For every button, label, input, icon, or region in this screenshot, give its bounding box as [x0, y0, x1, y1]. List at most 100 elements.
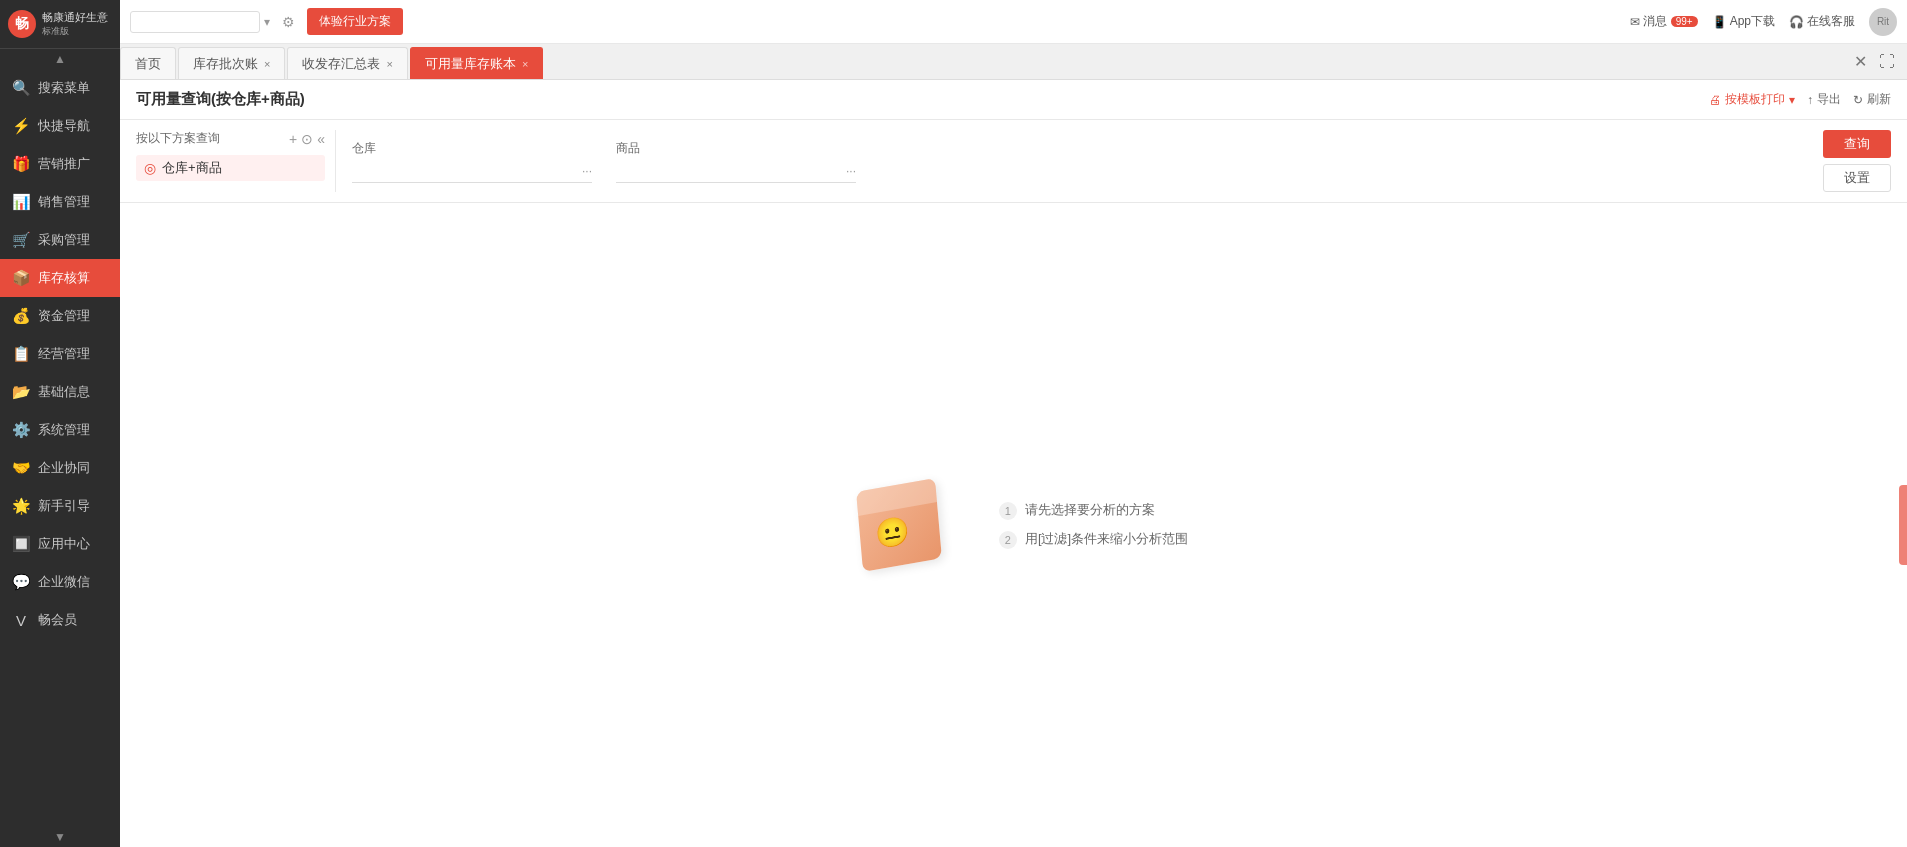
sidebar: 畅 畅康通好生意 标准版 ▲ 🔍 搜索菜单 ⚡ 快捷导航 🎁 营销推广 📊 销售… — [0, 0, 120, 847]
filter-fields: 仓库 ··· 商品 ··· — [336, 130, 1811, 192]
sidebar-item-label: 系统管理 — [38, 421, 90, 439]
tab-window-close[interactable]: ✕ — [1850, 50, 1871, 73]
filter-field-product: 商品 ··· — [616, 140, 856, 183]
query-button[interactable]: 查询 — [1823, 130, 1891, 158]
settings-button[interactable]: 设置 — [1823, 164, 1891, 192]
message-label: 消息 — [1643, 13, 1667, 30]
avatar[interactable]: Rit — [1869, 8, 1897, 36]
sidebar-item-label: 新手引导 — [38, 497, 90, 515]
sidebar-item-finance[interactable]: 💰 资金管理 — [0, 297, 120, 335]
empty-hint-1: 1 请先选择要分析的方案 — [999, 501, 1188, 520]
product-more-icon[interactable]: ··· — [846, 164, 856, 178]
logo-name: 畅康通好生意 — [42, 10, 108, 24]
sidebar-nav: 🔍 搜索菜单 ⚡ 快捷导航 🎁 营销推广 📊 销售管理 🛒 采购管理 📦 库存核… — [0, 69, 120, 827]
sidebar-item-shortcut[interactable]: ⚡ 快捷导航 — [0, 107, 120, 145]
tab-receipt-summary[interactable]: 收发存汇总表 × — [287, 47, 407, 79]
sidebar-item-newguide[interactable]: 🌟 新手引导 — [0, 487, 120, 525]
setting-scheme-btn[interactable]: ⊙ — [301, 131, 313, 147]
app-download-btn[interactable]: 📱 App下载 — [1712, 13, 1775, 30]
newguide-icon: 🌟 — [12, 497, 30, 515]
refresh-btn[interactable]: ↻ 刷新 — [1853, 91, 1891, 108]
tab-home[interactable]: 首页 — [120, 47, 176, 79]
sidebar-item-sales[interactable]: 📊 销售管理 — [0, 183, 120, 221]
gear-icon[interactable]: ⚙ — [278, 12, 299, 32]
sidebar-item-system[interactable]: ⚙️ 系统管理 — [0, 411, 120, 449]
inventory-icon: 📦 — [12, 269, 30, 287]
empty-state: 😐 1 请先选择要分析的方案 2 用[过滤]条件来缩小分析范围 — [120, 203, 1907, 847]
shortcut-icon: ⚡ — [12, 117, 30, 135]
purchase-icon: 🛒 — [12, 231, 30, 249]
message-btn[interactable]: ✉ 消息 99+ — [1630, 13, 1698, 30]
tab-available-stock-label: 可用量库存账本 — [425, 55, 516, 73]
filter-area: 按以下方案查询 + ⊙ « ◎ 仓库+商品 仓库 — [120, 120, 1907, 203]
tab-available-stock-close[interactable]: × — [522, 58, 528, 70]
empty-hint-2: 2 用[过滤]条件来缩小分析范围 — [999, 530, 1188, 549]
tab-home-label: 首页 — [135, 55, 161, 73]
header-actions: 🖨 按模板打印 ▾ ↑ 导出 ↻ 刷新 — [1709, 91, 1891, 108]
online-service-btn[interactable]: 🎧 在线客服 — [1789, 13, 1855, 30]
sidebar-item-appcenter[interactable]: 🔲 应用中心 — [0, 525, 120, 563]
sales-icon: 📊 — [12, 193, 30, 211]
filter-schemes-header: 按以下方案查询 + ⊙ « — [136, 130, 325, 147]
sidebar-item-label: 应用中心 — [38, 535, 90, 553]
sidebar-logo: 畅 畅康通好生意 标准版 — [0, 0, 120, 49]
sidebar-item-label: 采购管理 — [38, 231, 90, 249]
hint-text-1: 请先选择要分析的方案 — [1025, 501, 1155, 519]
sidebar-item-marketing[interactable]: 🎁 营销推广 — [0, 145, 120, 183]
trial-btn[interactable]: 体验行业方案 — [307, 8, 403, 35]
sidebar-item-basic[interactable]: 📂 基础信息 — [0, 373, 120, 411]
message-icon: ✉ — [1630, 15, 1640, 29]
search-input[interactable] — [130, 11, 260, 33]
product-input[interactable] — [616, 164, 842, 179]
sidebar-item-enterprise[interactable]: 🤝 企业协同 — [0, 449, 120, 487]
sidebar-item-purchase[interactable]: 🛒 采购管理 — [0, 221, 120, 259]
filter-schemes: 按以下方案查询 + ⊙ « ◎ 仓库+商品 — [136, 130, 336, 192]
sidebar-scroll-up[interactable]: ▲ — [0, 49, 120, 69]
sidebar-scroll-down[interactable]: ▼ — [0, 827, 120, 847]
warehouse-field-input-wrapper: ··· — [352, 161, 592, 183]
search-icon: 🔍 — [12, 79, 30, 97]
scheme-warehouse-product[interactable]: ◎ 仓库+商品 — [136, 155, 325, 181]
app-download-label: App下载 — [1730, 13, 1775, 30]
sidebar-item-label: 库存核算 — [38, 269, 90, 287]
scheme-icon: ◎ — [144, 160, 156, 176]
empty-illustration: 😐 — [839, 465, 959, 585]
hint-num-2: 2 — [999, 531, 1017, 549]
tab-available-stock[interactable]: 可用量库存账本 × — [410, 47, 543, 79]
sidebar-item-inventory[interactable]: 📦 库存核算 — [0, 259, 120, 297]
chevron-down-icon[interactable]: ▾ — [264, 15, 270, 29]
tab-batch-account-close[interactable]: × — [264, 58, 270, 70]
sidebar-item-label: 经营管理 — [38, 345, 90, 363]
scheme-label: 仓库+商品 — [162, 159, 222, 177]
chevron-print-icon: ▾ — [1789, 93, 1795, 107]
collapse-scheme-btn[interactable]: « — [317, 131, 325, 147]
warehouse-input[interactable] — [352, 164, 578, 179]
tab-window-maximize[interactable]: ⛶ — [1875, 51, 1899, 73]
empty-hints: 1 请先选择要分析的方案 2 用[过滤]条件来缩小分析范围 — [999, 501, 1188, 549]
logo-icon: 畅 — [8, 10, 36, 38]
add-scheme-btn[interactable]: + — [289, 131, 297, 147]
headset-icon: 🎧 — [1789, 15, 1804, 29]
sidebar-item-label: 企业微信 — [38, 573, 90, 591]
export-btn[interactable]: ↑ 导出 — [1807, 91, 1841, 108]
tab-receipt-summary-close[interactable]: × — [386, 58, 392, 70]
online-service-label: 在线客服 — [1807, 13, 1855, 30]
sidebar-item-operation[interactable]: 📋 经营管理 — [0, 335, 120, 373]
topbar-actions: ✉ 消息 99+ 📱 App下载 🎧 在线客服 Rit — [1630, 8, 1897, 36]
sidebar-item-label: 营销推广 — [38, 155, 90, 173]
sidebar-item-member[interactable]: V 畅会员 — [0, 601, 120, 639]
phone-icon: 📱 — [1712, 15, 1727, 29]
refresh-icon: ↻ — [1853, 93, 1863, 107]
content-header: 可用量查询(按仓库+商品) 🖨 按模板打印 ▾ ↑ 导出 ↻ 刷新 — [120, 80, 1907, 120]
marketing-icon: 🎁 — [12, 155, 30, 173]
page-title: 可用量查询(按仓库+商品) — [136, 90, 305, 109]
filter-scheme-label: 按以下方案查询 — [136, 130, 220, 147]
corpwx-icon: 💬 — [12, 573, 30, 591]
finance-icon: 💰 — [12, 307, 30, 325]
print-template-btn[interactable]: 🖨 按模板打印 ▾ — [1709, 91, 1795, 108]
tab-batch-account[interactable]: 库存批次账 × — [178, 47, 285, 79]
topbar-search-area: ▾ — [130, 11, 270, 33]
sidebar-item-corpwx[interactable]: 💬 企业微信 — [0, 563, 120, 601]
sidebar-item-search[interactable]: 🔍 搜索菜单 — [0, 69, 120, 107]
warehouse-more-icon[interactable]: ··· — [582, 164, 592, 178]
